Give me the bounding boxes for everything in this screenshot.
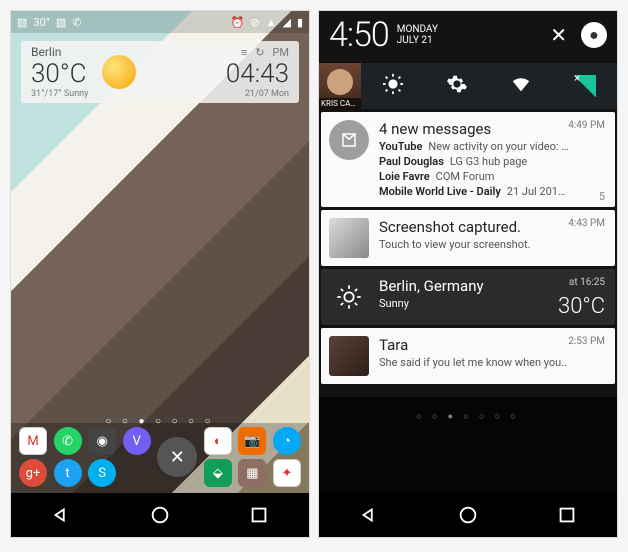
notification-line: YouTubeNew activity on your video: Hu…: [379, 140, 569, 155]
contact-photo: [329, 336, 369, 376]
app-chrome[interactable]: ◐: [204, 427, 232, 455]
page-indicator-dim: ○ ○ ● ○ ○ ○ ○: [319, 411, 617, 422]
app-camera2[interactable]: 📷: [238, 427, 266, 455]
profile-icon[interactable]: ●: [581, 22, 607, 48]
notification-list: 4 new messagesYouTubeNew activity on you…: [319, 109, 617, 387]
app-maps[interactable]: ⬙: [204, 459, 232, 487]
sun-icon: [329, 277, 369, 317]
app-viber[interactable]: V: [123, 427, 151, 455]
notification-messages[interactable]: 4 new messagesYouTubeNew activity on you…: [321, 112, 615, 207]
list-icon[interactable]: ≡: [241, 46, 247, 59]
all-apps-button[interactable]: ✕: [157, 437, 197, 477]
refresh-icon[interactable]: ↻: [255, 46, 264, 59]
app-whatsapp[interactable]: ✆: [54, 427, 82, 455]
home-button[interactable]: [457, 504, 479, 526]
notification-time: 2:53 PM: [568, 336, 605, 347]
battery-icon: ▮: [297, 16, 303, 29]
watermark: 366electric.com: [548, 525, 613, 535]
widget-date: 21/07 Mon: [226, 89, 289, 99]
weather-cond: Sunny: [379, 297, 569, 312]
app-photos[interactable]: ✦: [273, 459, 301, 487]
widget-city: Berlin: [31, 45, 88, 59]
recent-button[interactable]: [248, 504, 270, 526]
close-icon[interactable]: ✕: [550, 23, 567, 47]
picture-icon: ▧: [56, 16, 66, 29]
shade-header: 4:50 MONDAY JULY 21 ✕ ●: [319, 11, 617, 63]
dock: Mg+✆ t◉ SV✕◐ ⬙📷 ▦◔ ✦: [11, 423, 309, 491]
widget-temp: 30°C: [31, 59, 88, 89]
notification-line: Paul DouglasLG G3 hub page: [379, 155, 569, 170]
app-camera[interactable]: ◉: [88, 427, 116, 455]
widget-clock: 04:43: [226, 59, 289, 89]
app-gmail[interactable]: M: [19, 427, 47, 455]
notification-sub: She said if you let me know when you..: [379, 356, 569, 371]
quick-settings-row: KRIS CA…: [319, 63, 617, 109]
wifi-icon: ▲: [266, 16, 277, 29]
notification-time: 4:49 PM: [568, 120, 605, 131]
notification-screenshot[interactable]: Screenshot captured.Touch to view your s…: [321, 210, 615, 266]
shade-date: JULY 21: [397, 35, 438, 46]
user-avatar[interactable]: KRIS CA…: [319, 63, 361, 109]
app-twitter[interactable]: t: [54, 459, 82, 487]
notification-time: at 16:25: [569, 277, 605, 288]
alarm-off-icon: ⏰: [231, 16, 245, 29]
settings-icon[interactable]: [446, 73, 468, 100]
app-stats[interactable]: ◔: [273, 427, 301, 455]
picture-icon: ▧: [17, 16, 27, 29]
notification-time: 4:43 PM: [568, 218, 605, 229]
screenshot-thumb: [329, 218, 369, 258]
sun-icon: [102, 55, 136, 89]
pm-label: PM: [272, 46, 289, 59]
back-button[interactable]: [358, 504, 380, 526]
dnd-icon: ⊘: [250, 16, 259, 29]
phone-shade: 4:50 MONDAY JULY 21 ✕ ● KRIS CA… 4 new m: [318, 10, 618, 538]
notification-weather[interactable]: Berlin, GermanySunnyat 16:2530°C: [321, 269, 615, 325]
recent-button[interactable]: [556, 504, 578, 526]
weather-clock-widget[interactable]: Berlin 30°C 31°/17° Sunny ≡ ↻ PM 04:43 2…: [21, 41, 299, 103]
notification-chat[interactable]: TaraShe said if you let me know when you…: [321, 328, 615, 384]
notification-shade: 4:50 MONDAY JULY 21 ✕ ● KRIS CA… 4 new m: [319, 11, 617, 537]
cell-icon[interactable]: [574, 75, 596, 97]
app-gplus[interactable]: g+: [19, 459, 47, 487]
brightness-icon[interactable]: [382, 73, 404, 100]
home-button[interactable]: [149, 504, 171, 526]
notification-sub: Touch to view your screenshot.: [379, 238, 569, 253]
gmail-icon: [329, 120, 369, 160]
nav-bar: [11, 493, 309, 537]
wifi-icon[interactable]: [510, 73, 532, 100]
signal-icon: ◢: [282, 16, 290, 29]
status-temp: 30°: [33, 16, 49, 29]
whatsapp-icon: ✆: [72, 16, 81, 29]
weather-temp: 30°C: [558, 294, 605, 319]
phone-home: ▧ 30° ▧ ✆ ⏰ ⊘ ▲ ◢ ▮ Berlin 30°C 31°/17° …: [10, 10, 310, 538]
app-folder[interactable]: ▦: [238, 459, 266, 487]
notification-line: Mobile World Live - Daily21 Jul 2014 |…: [379, 185, 569, 200]
back-button[interactable]: [50, 504, 72, 526]
notification-count: 5: [599, 190, 605, 203]
user-name: KRIS CA…: [319, 98, 361, 109]
shade-day: MONDAY: [397, 24, 438, 35]
widget-hilo: 31°/17° Sunny: [31, 89, 88, 99]
status-bar: ▧ 30° ▧ ✆ ⏰ ⊘ ▲ ◢ ▮: [11, 11, 309, 33]
shade-time: 4:50: [329, 15, 389, 55]
app-skype[interactable]: S: [88, 459, 116, 487]
notification-line: Loie FavreCOM Forum: [379, 170, 569, 185]
